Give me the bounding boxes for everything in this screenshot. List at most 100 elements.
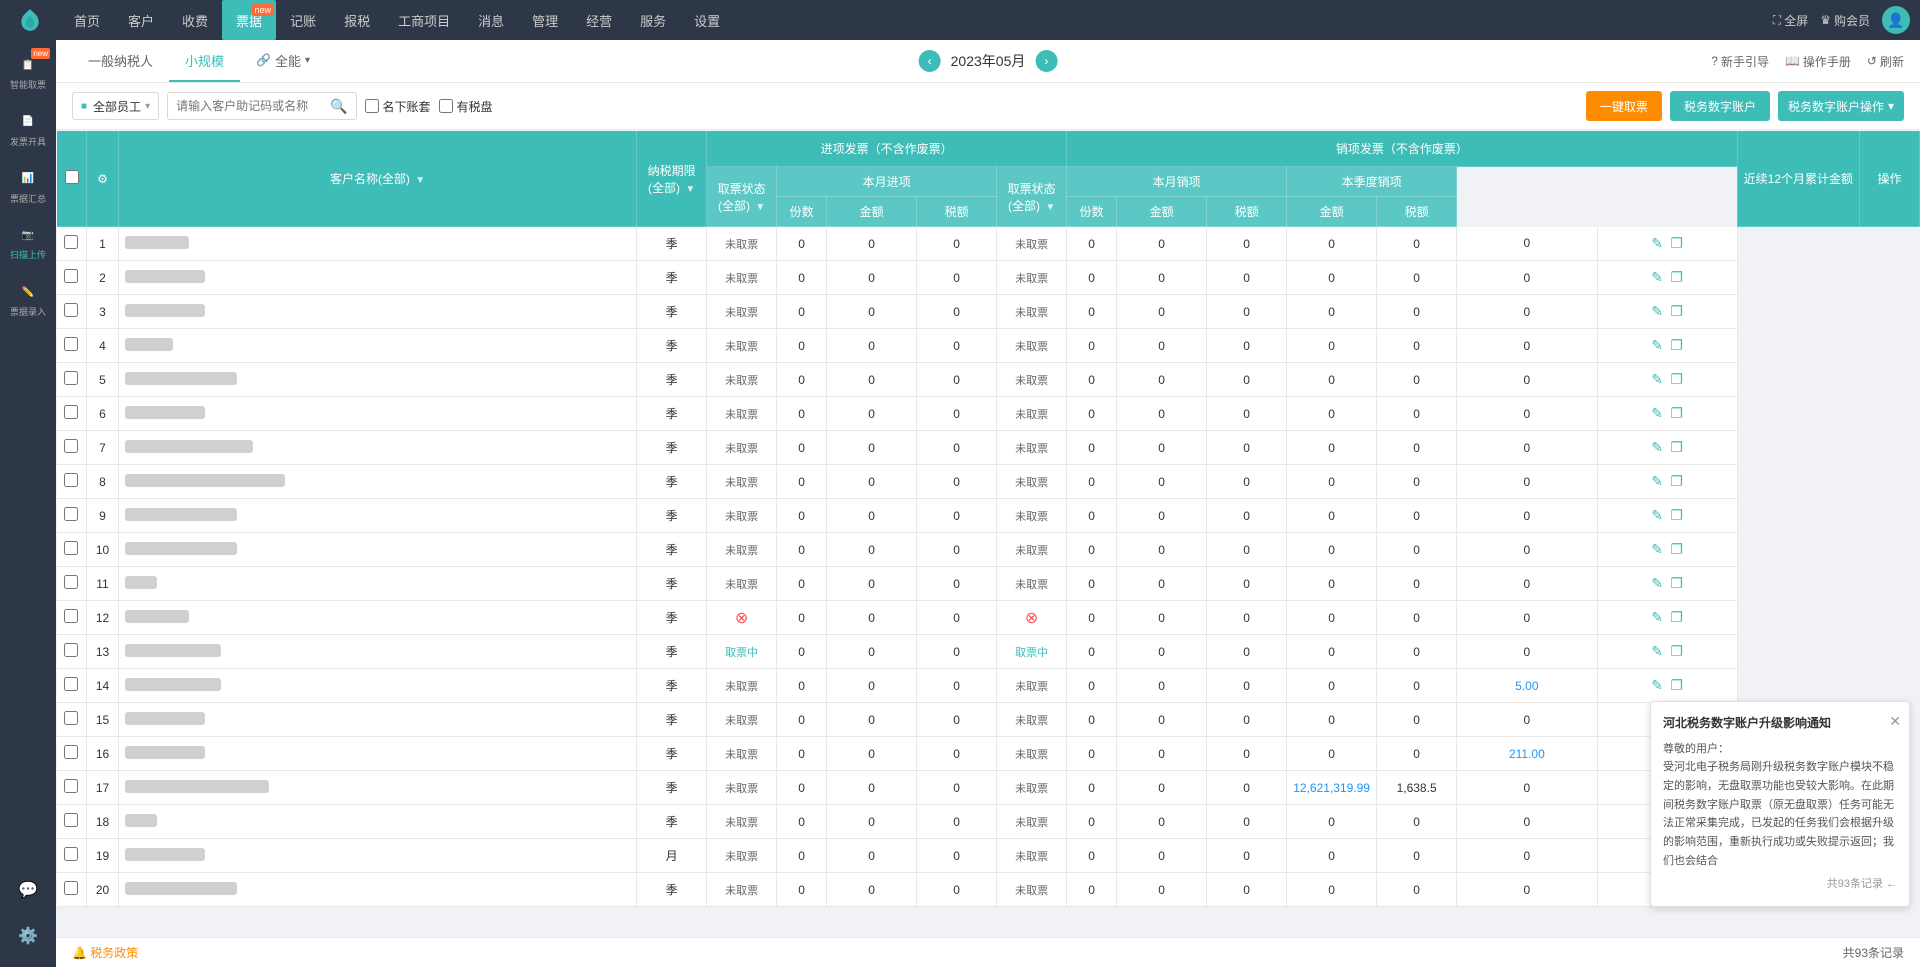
- cell-out-tax: 0: [1207, 499, 1287, 533]
- nav-operation[interactable]: 经营: [572, 0, 626, 40]
- nav-message[interactable]: 消息: [464, 0, 518, 40]
- tax-digital-button[interactable]: 税务数字账户: [1670, 91, 1770, 121]
- sidebar-item-invoice-open[interactable]: 📄 发票开具: [2, 103, 54, 156]
- row-checkbox[interactable]: [64, 371, 78, 385]
- cell-out-tax: 0: [1207, 601, 1287, 635]
- sidebar-item-scan-upload[interactable]: 📷 扫描上传: [2, 216, 54, 269]
- edit-icon[interactable]: ✎: [1651, 303, 1663, 319]
- copy-icon[interactable]: ❐: [1670, 473, 1683, 489]
- row-checkbox[interactable]: [64, 439, 78, 453]
- checkbox-sub-account[interactable]: 名下账套: [365, 98, 431, 115]
- edit-icon[interactable]: ✎: [1651, 405, 1663, 421]
- copy-icon[interactable]: ❐: [1670, 337, 1683, 353]
- sidebar-bottom-icon2[interactable]: ⚙️: [2, 917, 54, 955]
- row-checkbox[interactable]: [64, 779, 78, 793]
- row-checkbox[interactable]: [64, 881, 78, 895]
- row-checkbox[interactable]: [64, 575, 78, 589]
- row-checkbox[interactable]: [64, 235, 78, 249]
- row-checkbox[interactable]: [64, 269, 78, 283]
- row-checkbox[interactable]: [64, 405, 78, 419]
- cell-num: 3: [87, 295, 119, 329]
- copy-icon[interactable]: ❐: [1670, 269, 1683, 285]
- refresh-button[interactable]: ↺ 刷新: [1867, 53, 1904, 70]
- nav-invoice[interactable]: 票据 new: [222, 0, 276, 40]
- nav-client[interactable]: 客户: [114, 0, 168, 40]
- prev-month-button[interactable]: ‹: [919, 50, 941, 72]
- edit-icon[interactable]: ✎: [1651, 575, 1663, 591]
- row-checkbox[interactable]: [64, 609, 78, 623]
- table-container[interactable]: ⚙ 客户名称(全部) ▼ 纳税期限(全部) ▼ 进项发票（不含作废票） 销项发票…: [56, 130, 1920, 937]
- sidebar-bottom-icon1[interactable]: 💬: [2, 871, 54, 909]
- new-guide-button[interactable]: ? 新手引导: [1711, 53, 1769, 70]
- edit-icon[interactable]: ✎: [1651, 473, 1663, 489]
- cell-cumulative: 0: [1457, 295, 1598, 329]
- status-normal: 未取票: [725, 477, 758, 489]
- row-checkbox[interactable]: [64, 473, 78, 487]
- cell-in-amount: 0: [827, 329, 917, 363]
- nav-settings[interactable]: 设置: [680, 0, 734, 40]
- copy-icon[interactable]: ❐: [1670, 303, 1683, 319]
- manual-button[interactable]: 📖 操作手册: [1785, 53, 1851, 70]
- row-checkbox[interactable]: [64, 847, 78, 861]
- edit-icon[interactable]: ✎: [1651, 439, 1663, 455]
- has-taxdisk-checkbox[interactable]: [439, 99, 453, 113]
- edit-icon[interactable]: ✎: [1651, 507, 1663, 523]
- row-checkbox[interactable]: [64, 643, 78, 657]
- row-checkbox[interactable]: [64, 507, 78, 521]
- user-avatar[interactable]: 👤: [1882, 6, 1910, 34]
- copy-icon[interactable]: ❐: [1670, 677, 1683, 693]
- select-all-checkbox[interactable]: [65, 170, 79, 184]
- row-checkbox[interactable]: [64, 745, 78, 759]
- row-checkbox[interactable]: [64, 541, 78, 555]
- cell-credit-amount: 0: [1287, 363, 1377, 397]
- one-key-button[interactable]: 一键取票: [1586, 91, 1662, 121]
- row-checkbox[interactable]: [64, 337, 78, 351]
- nav-business[interactable]: 工商项目: [384, 0, 464, 40]
- copy-icon[interactable]: ❐: [1670, 609, 1683, 625]
- row-checkbox[interactable]: [64, 813, 78, 827]
- nav-service[interactable]: 服务: [626, 0, 680, 40]
- row-checkbox[interactable]: [64, 303, 78, 317]
- edit-icon[interactable]: ✎: [1651, 269, 1663, 285]
- copy-icon[interactable]: ❐: [1670, 439, 1683, 455]
- row-checkbox[interactable]: [64, 677, 78, 691]
- fullscreen-button[interactable]: ⛶ 全屏: [1773, 12, 1808, 29]
- employee-select[interactable]: ■ 全部员工 ▾: [72, 92, 159, 120]
- sidebar-item-invoice-summary[interactable]: 📊 票据汇总: [2, 160, 54, 213]
- sub-nav-area: 一般纳税人 小规模 🔗 全能 ▾ ‹ 2023年05月 ›: [56, 40, 1920, 83]
- edit-icon[interactable]: ✎: [1651, 371, 1663, 387]
- search-input[interactable]: [176, 99, 326, 113]
- edit-icon[interactable]: ✎: [1651, 643, 1663, 659]
- tab-general-taxpayer[interactable]: 一般纳税人: [72, 40, 169, 82]
- edit-icon[interactable]: ✎: [1651, 609, 1663, 625]
- sidebar-item-invoice-entry[interactable]: ✏️ 票据录入: [2, 273, 54, 326]
- notice-close-button[interactable]: ✕: [1889, 710, 1901, 732]
- nav-home[interactable]: 首页: [60, 0, 114, 40]
- edit-icon[interactable]: ✎: [1651, 677, 1663, 693]
- edit-icon[interactable]: ✎: [1651, 235, 1663, 251]
- copy-icon[interactable]: ❐: [1670, 235, 1683, 251]
- row-checkbox[interactable]: [64, 711, 78, 725]
- copy-icon[interactable]: ❐: [1670, 507, 1683, 523]
- tab-all[interactable]: 🔗 全能 ▾: [240, 40, 326, 82]
- sub-account-checkbox[interactable]: [365, 99, 379, 113]
- tab-small-scale[interactable]: 小规模: [169, 40, 240, 82]
- next-month-button[interactable]: ›: [1035, 50, 1057, 72]
- tax-ops-button[interactable]: 税务数字账户操作 ▾: [1778, 91, 1904, 121]
- edit-icon[interactable]: ✎: [1651, 541, 1663, 557]
- edit-icon[interactable]: ✎: [1651, 337, 1663, 353]
- nav-accounting[interactable]: 记账: [276, 0, 330, 40]
- copy-icon[interactable]: ❐: [1670, 541, 1683, 557]
- nav-manage[interactable]: 管理: [518, 0, 572, 40]
- checkbox-has-taxdisk[interactable]: 有税盘: [439, 98, 493, 115]
- nav-tax[interactable]: 报税: [330, 0, 384, 40]
- nav-fee[interactable]: 收费: [168, 0, 222, 40]
- copy-icon[interactable]: ❐: [1670, 405, 1683, 421]
- tax-policy-link[interactable]: 🔔 税务政策: [72, 944, 138, 961]
- copy-icon[interactable]: ❐: [1670, 643, 1683, 659]
- copy-icon[interactable]: ❐: [1670, 575, 1683, 591]
- sidebar-item-smart-invoice[interactable]: 📋 智能取票 new: [2, 46, 54, 99]
- copy-icon[interactable]: ❐: [1670, 371, 1683, 387]
- vip-button[interactable]: ♛ 购会员: [1820, 12, 1870, 29]
- cell-checkbox: [57, 363, 87, 397]
